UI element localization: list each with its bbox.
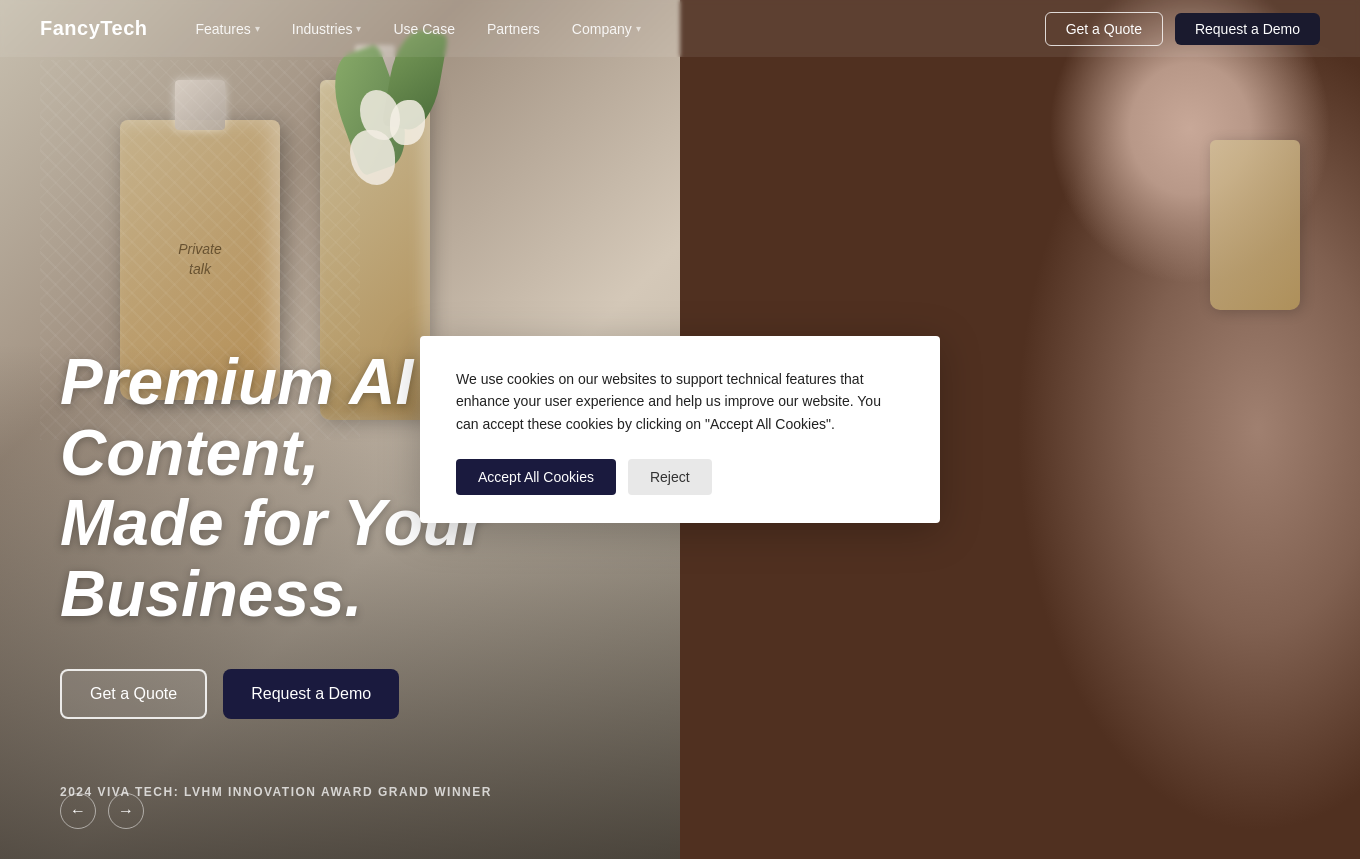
hero-section: FancyTech Features ▾ Industries ▾ Use Ca… (0, 0, 1360, 859)
reject-cookies-button[interactable]: Reject (628, 459, 712, 495)
accept-cookies-button[interactable]: Accept All Cookies (456, 459, 616, 495)
cookie-buttons: Accept All Cookies Reject (456, 459, 904, 495)
cookie-modal-overlay: We use cookies on our websites to suppor… (0, 0, 1360, 859)
cookie-modal: We use cookies on our websites to suppor… (420, 336, 940, 523)
cookie-message: We use cookies on our websites to suppor… (456, 368, 904, 435)
